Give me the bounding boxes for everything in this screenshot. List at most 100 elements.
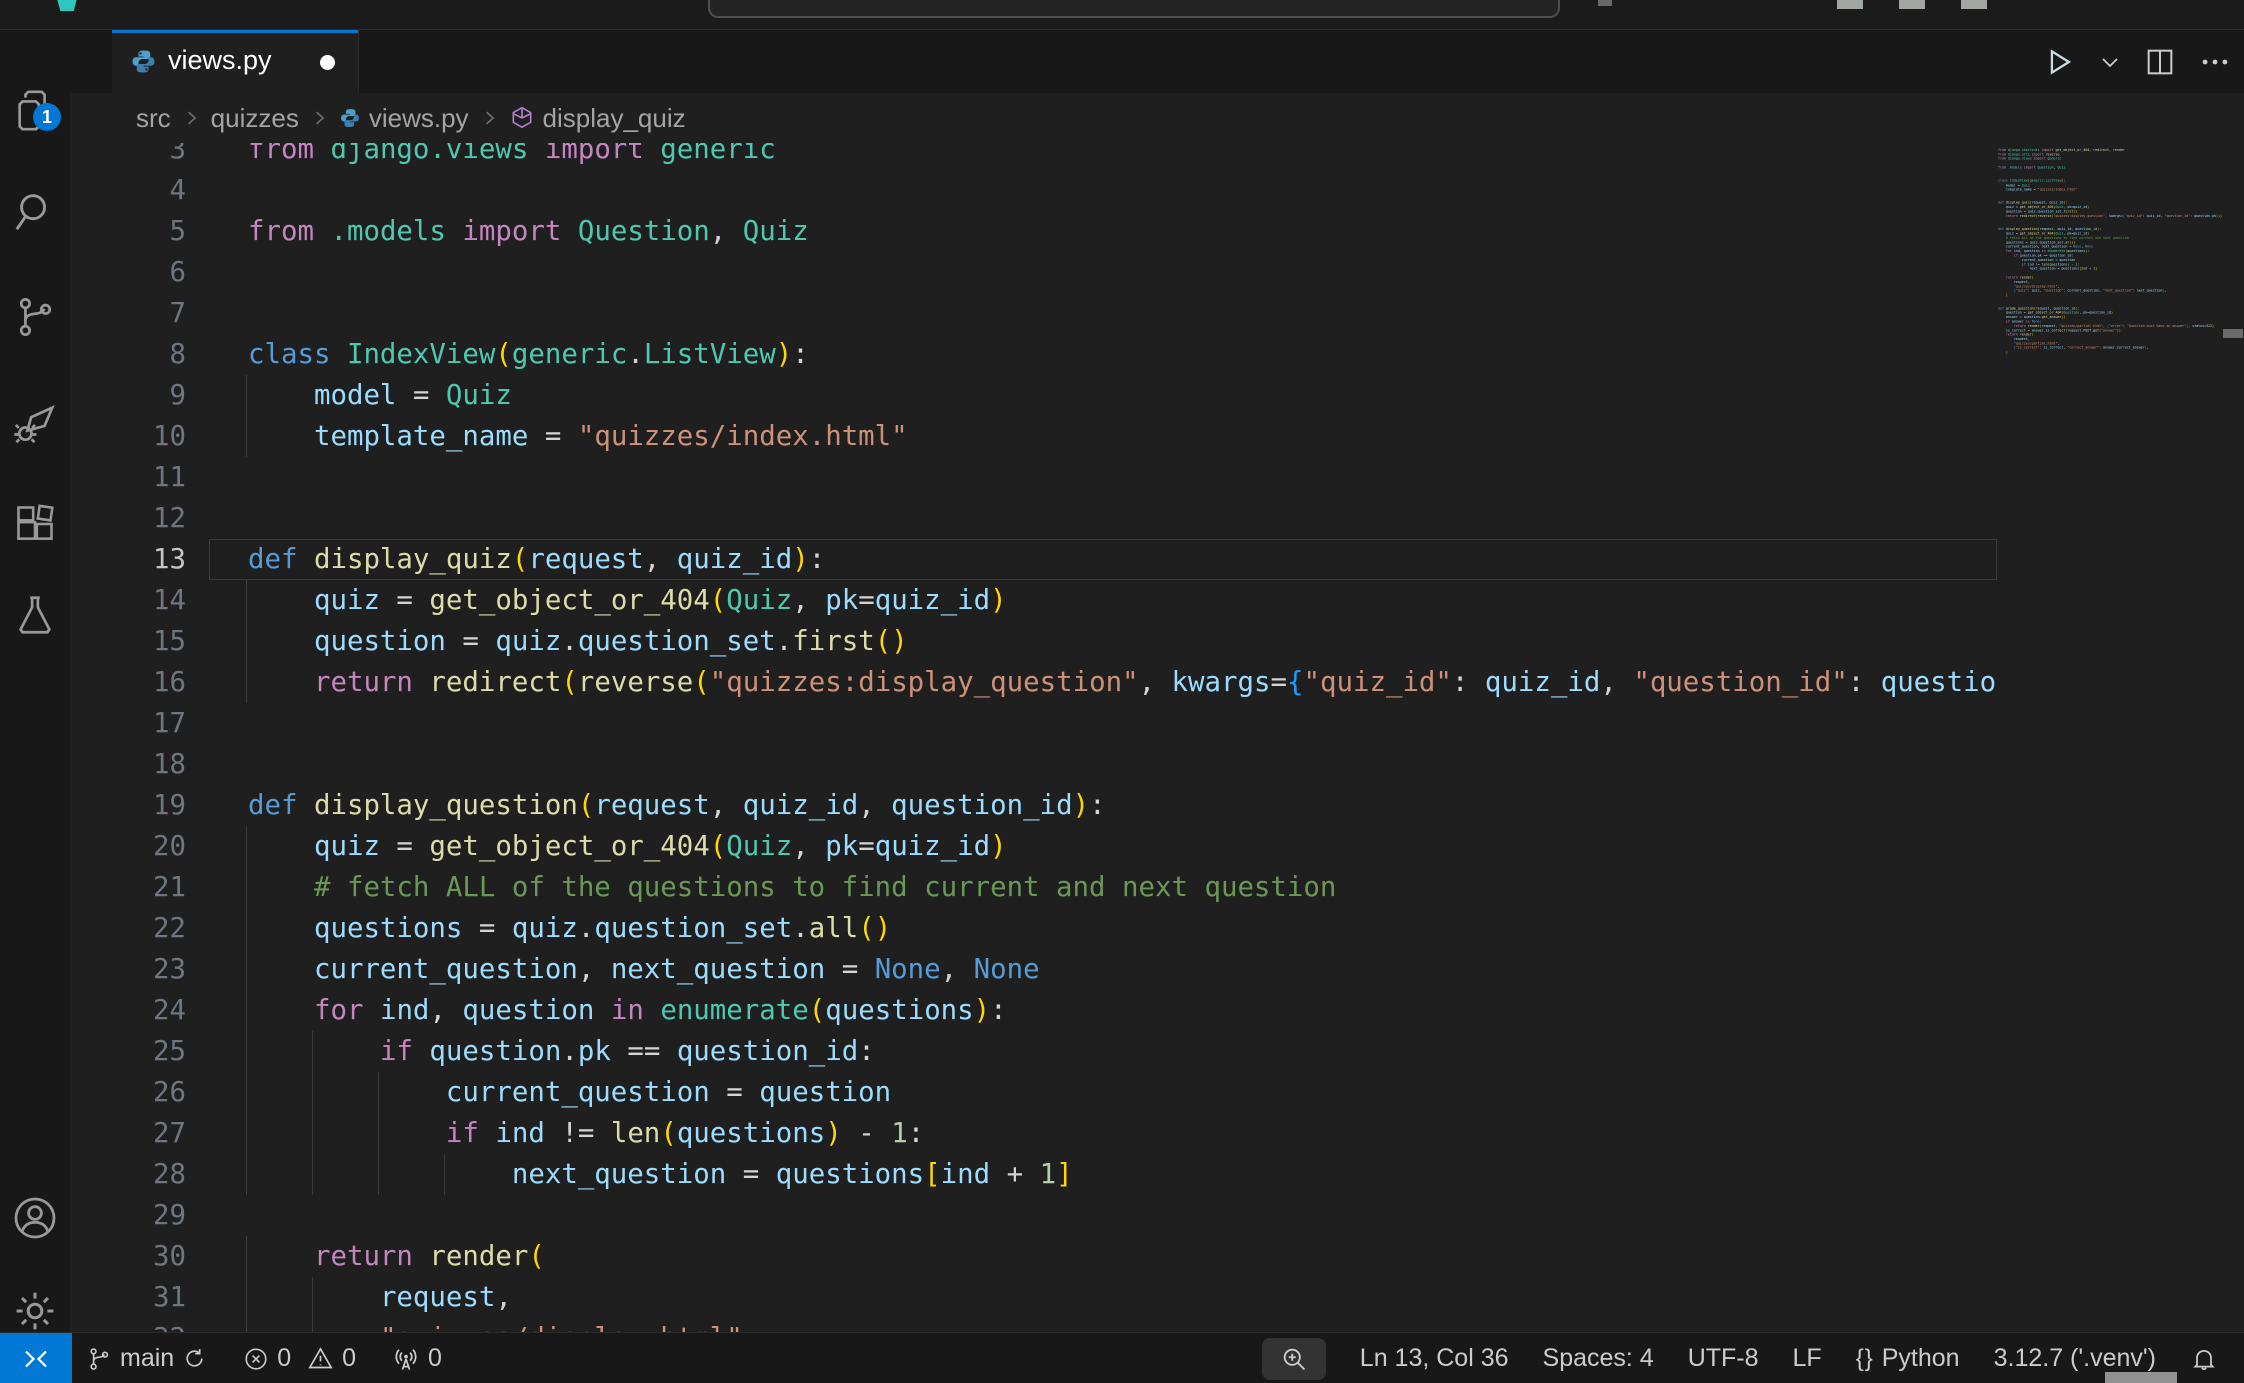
breadcrumb-item-display-quiz[interactable]: display_quiz: [509, 103, 686, 134]
minimap-line: return redirect(reverse("quizzes:display…: [2005, 214, 2222, 218]
indent-guide: [246, 416, 247, 457]
flask-icon: [19, 596, 51, 634]
encoding-status[interactable]: UTF-8: [1688, 1344, 1759, 1373]
line-number[interactable]: 17: [70, 703, 186, 744]
minimap[interactable]: from django.shortcuts import get_object_…: [1998, 148, 2226, 1328]
editor-group: views.py src quizzes views.py display_qu…: [70, 30, 2244, 1332]
modified-dot-icon[interactable]: [320, 55, 335, 70]
line-number[interactable]: 27: [70, 1113, 186, 1154]
line-number[interactable]: 16: [70, 662, 186, 703]
scrollbar-decoration[interactable]: [2223, 329, 2243, 338]
code-line: 19 def display_question(request, quiz_id,…: [70, 785, 1998, 826]
code-text: questions = quiz.question_set.all(): [313, 913, 892, 944]
line-number[interactable]: 23: [70, 949, 186, 990]
line-number[interactable]: 13: [70, 539, 186, 580]
ports-status[interactable]: 0: [392, 1344, 442, 1373]
code-line: 31 request,: [70, 1277, 1998, 1318]
minimize-icon[interactable]: [1837, 0, 1863, 9]
editor-actions: [2042, 30, 2232, 93]
sidebar-item-search[interactable]: [0, 176, 70, 248]
line-number[interactable]: 8: [70, 334, 187, 375]
line-number[interactable]: 4: [70, 170, 187, 211]
line-number[interactable]: 31: [70, 1277, 186, 1318]
title-bar: [0, 0, 2244, 30]
sidebar-item-testing[interactable]: [0, 579, 70, 651]
screen-corner-artifact: [2105, 1372, 2177, 1383]
tab-views-py[interactable]: views.py: [112, 30, 359, 93]
line-number[interactable]: 3: [70, 143, 187, 170]
line-number[interactable]: 9: [70, 375, 187, 416]
git-branch-status[interactable]: main: [86, 1344, 207, 1373]
zoom-indicator[interactable]: [1261, 1337, 1326, 1380]
code-text: def display_quiz(request, quiz_id):: [248, 544, 826, 575]
line-number[interactable]: 12: [70, 498, 186, 539]
code-line: 18: [70, 744, 1998, 785]
maximize-icon[interactable]: [1899, 0, 1925, 9]
run-python-file-button[interactable]: [2042, 45, 2076, 79]
code-line: 21 # fetch ALL of the questions to find …: [70, 867, 1998, 908]
code-line: 14 quiz = get_object_or_404(Quiz, pk=qui…: [70, 580, 1998, 621]
error-icon: [245, 1347, 267, 1370]
indentation-status[interactable]: Spaces: 4: [1543, 1344, 1654, 1373]
python-file-icon: [130, 48, 157, 80]
line-number[interactable]: 14: [70, 580, 186, 621]
eol-status[interactable]: LF: [1793, 1344, 1822, 1373]
code-line: 16 return redirect(reverse("quizzes:disp…: [70, 662, 1998, 703]
breadcrumb-item-src[interactable]: src: [136, 103, 171, 134]
line-number[interactable]: 10: [70, 416, 186, 457]
editor[interactable]: 1from django.shortcuts import get_object…: [70, 143, 2244, 1332]
line-number[interactable]: 32: [70, 1318, 186, 1332]
split-editor-button[interactable]: [2144, 46, 2176, 78]
run-options-chevron-icon[interactable]: [2098, 50, 2122, 74]
more-actions-button[interactable]: [2198, 45, 2232, 79]
vscode-window: 1 views.py src quizzes views.py display_…: [0, 0, 2244, 1383]
sidebar-item-source-control[interactable]: [0, 281, 70, 353]
indent-guide: [246, 1277, 247, 1318]
breadcrumb-item-quizzes[interactable]: quizzes: [211, 103, 299, 134]
line-number[interactable]: 25: [70, 1031, 186, 1072]
line-number[interactable]: 22: [70, 908, 186, 949]
cursor-position-status[interactable]: Ln 13, Col 36: [1360, 1344, 1509, 1373]
code-line: 22 questions = quiz.question_set.all(): [70, 908, 1998, 949]
line-number[interactable]: 30: [70, 1236, 186, 1277]
code-line: 28 next_question = questions[ind + 1]: [70, 1154, 1998, 1195]
code-line: 27 if ind != len(questions) - 1:: [70, 1113, 1998, 1154]
python-interpreter-status[interactable]: 3.12.7 ('.venv'): [1994, 1344, 2156, 1373]
debug-icon: [14, 405, 55, 444]
indent-guide: [246, 621, 247, 662]
layout-control-icon[interactable]: [1598, 0, 1612, 6]
line-number[interactable]: 19: [70, 785, 186, 826]
sidebar-item-run-debug[interactable]: [0, 387, 70, 459]
remote-indicator[interactable]: [0, 1333, 72, 1383]
language-status[interactable]: {} Python: [1856, 1344, 1960, 1373]
line-number[interactable]: 5: [70, 211, 187, 252]
indent-guide: [246, 867, 247, 908]
line-number[interactable]: 15: [70, 621, 186, 662]
line-number[interactable]: 24: [70, 990, 186, 1031]
radio-tower-icon: [395, 1348, 417, 1370]
app-logo-icon: [57, 0, 77, 11]
line-number[interactable]: 6: [70, 252, 187, 293]
line-number[interactable]: 11: [70, 457, 186, 498]
problems-status[interactable]: 0 0: [243, 1344, 356, 1373]
line-number[interactable]: 29: [70, 1195, 186, 1236]
line-number[interactable]: 20: [70, 826, 186, 867]
notifications-bell[interactable]: [2190, 1345, 2218, 1373]
line-number[interactable]: 21: [70, 867, 186, 908]
line-number[interactable]: 26: [70, 1072, 186, 1113]
line-number[interactable]: 28: [70, 1154, 186, 1195]
line-number[interactable]: 18: [70, 744, 186, 785]
sidebar-item-extensions[interactable]: [0, 488, 70, 560]
sidebar-item-explorer[interactable]: 1: [0, 75, 70, 147]
code-text: def display_question(request, quiz_id, q…: [248, 790, 1106, 821]
line-number[interactable]: 7: [70, 293, 187, 334]
sidebar-item-accounts[interactable]: [0, 1182, 70, 1254]
close-icon[interactable]: [1961, 0, 1987, 9]
code-text: question = quiz.question_set.first(): [313, 626, 908, 657]
bell-icon: [2193, 1349, 2215, 1370]
command-center-search[interactable]: [708, 0, 1560, 18]
code-line: 15 question = quiz.question_set.first(): [70, 621, 1998, 662]
code-line: 6: [70, 252, 1998, 293]
breadcrumb-item-views-py[interactable]: views.py: [339, 103, 469, 134]
indent-guide: [246, 1236, 247, 1277]
